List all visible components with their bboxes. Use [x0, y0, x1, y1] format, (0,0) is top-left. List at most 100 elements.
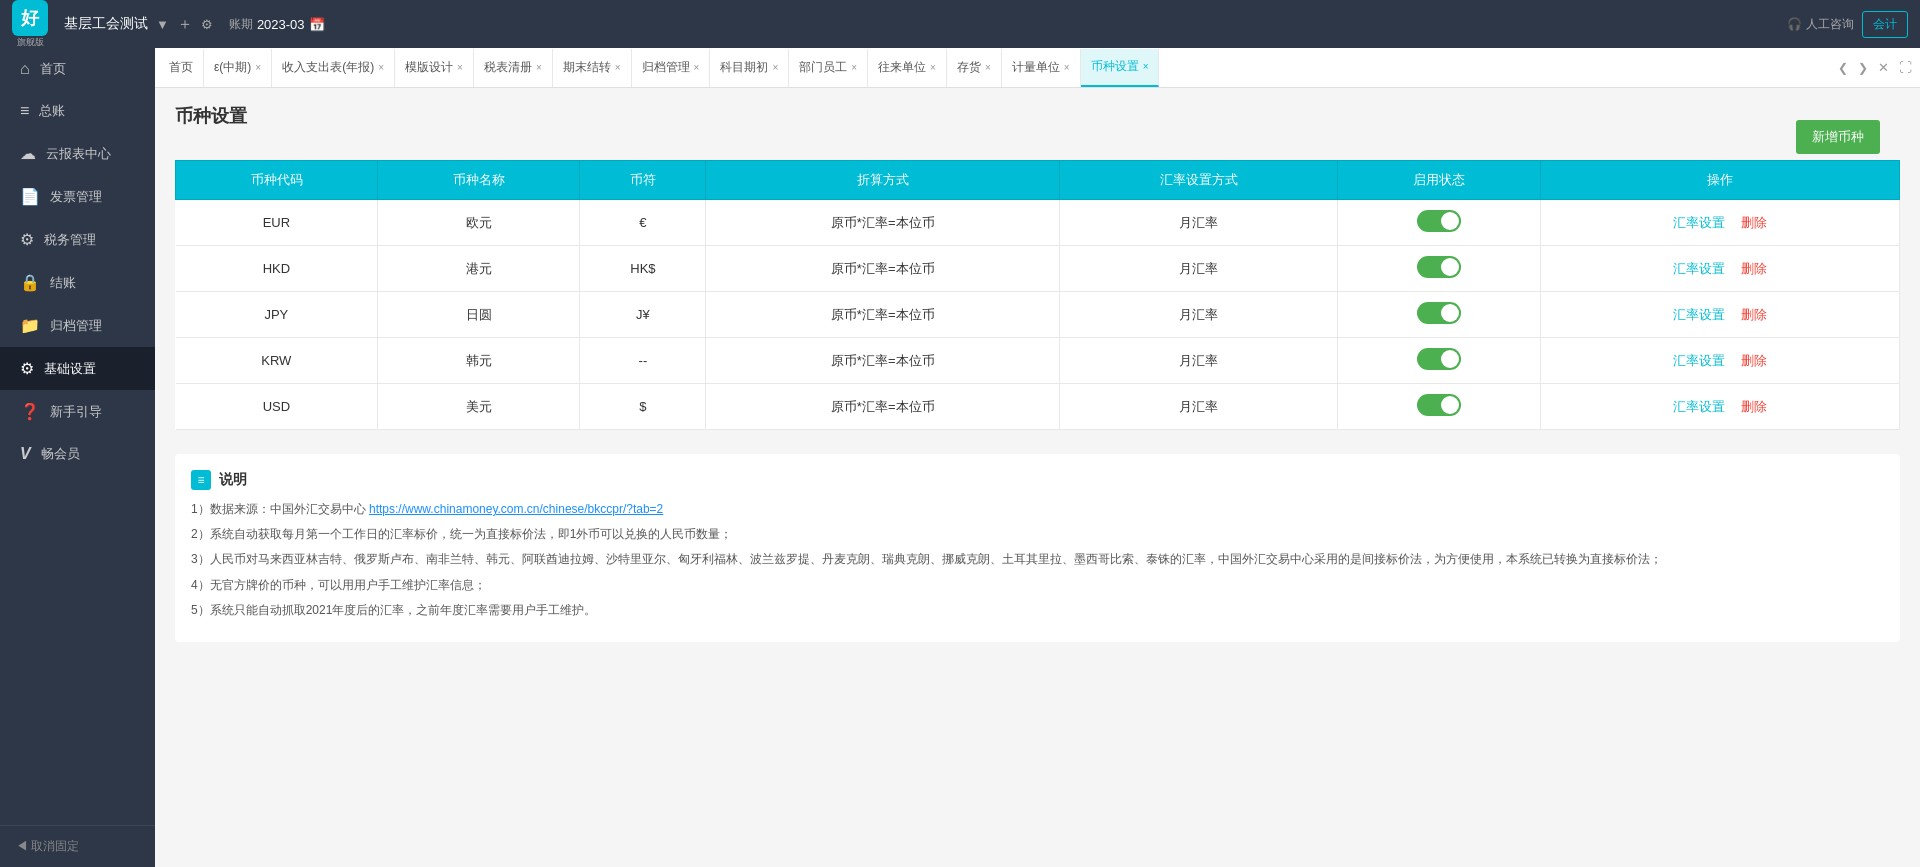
- tab-label-units: 计量单位: [1012, 59, 1060, 76]
- page-title: 币种设置: [175, 104, 247, 128]
- rate-setting-link[interactable]: 汇率设置: [1673, 215, 1725, 230]
- rate-setting-link[interactable]: 汇率设置: [1673, 399, 1725, 414]
- cell-name: 欧元: [378, 200, 580, 246]
- tab-label-archive: 归档管理: [642, 59, 690, 76]
- note-item: 2）系统自动获取每月第一个工作日的汇率标价，统一为直接标价法，即1外币可以兑换的…: [191, 525, 1884, 544]
- member-icon: V: [20, 445, 31, 463]
- enable-toggle[interactable]: [1417, 394, 1461, 416]
- note-icon: ≡: [191, 470, 211, 490]
- tab-close-subjects[interactable]: ×: [772, 62, 778, 73]
- tab-bar: 首页 ε(中期) × 收入支出表(年报) × 模版设计 × 税表清册 ×: [155, 48, 1920, 88]
- delete-link[interactable]: 删除: [1741, 353, 1767, 368]
- tab-label-home: 首页: [169, 59, 193, 76]
- delete-link[interactable]: 删除: [1741, 399, 1767, 414]
- cell-name: 美元: [378, 384, 580, 430]
- sidebar-label-reports: 云报表中心: [46, 145, 111, 163]
- tab-partners[interactable]: 往来单位 ×: [868, 49, 947, 87]
- tab-inventory[interactable]: 存货 ×: [947, 49, 1002, 87]
- sidebar-item-member[interactable]: V 畅会员: [0, 433, 155, 475]
- sidebar-item-close[interactable]: 🔒 结账: [0, 261, 155, 304]
- add-company-icon[interactable]: ＋: [177, 14, 193, 35]
- tab-tax[interactable]: 税表清册 ×: [474, 49, 553, 87]
- guide-icon: ❓: [20, 402, 40, 421]
- sidebar-item-reports[interactable]: ☁ 云报表中心: [0, 132, 155, 175]
- tab-next-icon[interactable]: ❯: [1854, 61, 1872, 75]
- tab-prev-icon[interactable]: ❮: [1834, 61, 1852, 75]
- note-items: 1）数据来源：中国外汇交易中心 https://www.chinamoney.c…: [191, 500, 1884, 620]
- sidebar-item-archive[interactable]: 📁 归档管理: [0, 304, 155, 347]
- tab-label-partners: 往来单位: [878, 59, 926, 76]
- rate-setting-link[interactable]: 汇率设置: [1673, 261, 1725, 276]
- tab-period[interactable]: ε(中期) ×: [204, 49, 272, 87]
- gear-icon[interactable]: ⚙: [201, 17, 213, 32]
- col-header-action: 操作: [1540, 161, 1899, 200]
- tab-close-partners[interactable]: ×: [930, 62, 936, 73]
- table-row: USD 美元 $ 原币*汇率=本位币 月汇率 汇率设置 删除: [176, 384, 1900, 430]
- sidebar-item-ledger[interactable]: ≡ 总账: [0, 90, 155, 132]
- tab-income[interactable]: 收入支出表(年报) ×: [272, 49, 395, 87]
- cell-status: [1338, 384, 1540, 430]
- cell-rate-type: 月汇率: [1059, 200, 1337, 246]
- tab-dept[interactable]: 部门员工 ×: [789, 49, 868, 87]
- tab-template[interactable]: 模版设计 ×: [395, 49, 474, 87]
- rate-setting-link[interactable]: 汇率设置: [1673, 353, 1725, 368]
- enable-toggle[interactable]: [1417, 348, 1461, 370]
- sidebar-label-ledger: 总账: [39, 102, 65, 120]
- note-item: 1）数据来源：中国外汇交易中心 https://www.chinamoney.c…: [191, 500, 1884, 519]
- cell-action: 汇率设置 删除: [1540, 338, 1899, 384]
- toggle-knob: [1441, 396, 1459, 414]
- tab-close-archive[interactable]: ×: [694, 62, 700, 73]
- tab-close-all-icon[interactable]: ✕: [1874, 60, 1893, 75]
- sidebar-item-invoice[interactable]: 📄 发票管理: [0, 175, 155, 218]
- tab-close-units[interactable]: ×: [1064, 62, 1070, 73]
- tab-home[interactable]: 首页: [159, 49, 204, 87]
- cell-rate-type: 月汇率: [1059, 246, 1337, 292]
- calendar-icon[interactable]: 📅: [309, 17, 325, 32]
- tab-close-income[interactable]: ×: [378, 62, 384, 73]
- tab-units[interactable]: 计量单位 ×: [1002, 49, 1081, 87]
- tab-archive[interactable]: 归档管理 ×: [632, 49, 711, 87]
- table-row: JPY 日圆 J¥ 原币*汇率=本位币 月汇率 汇率设置 删除: [176, 292, 1900, 338]
- delete-link[interactable]: 删除: [1741, 215, 1767, 230]
- cell-action: 汇率设置 删除: [1540, 200, 1899, 246]
- new-currency-button[interactable]: 新增币种: [1796, 120, 1880, 154]
- delete-link[interactable]: 删除: [1741, 261, 1767, 276]
- cloud-icon: ☁: [20, 144, 36, 163]
- note-link[interactable]: https://www.chinamoney.com.cn/chinese/bk…: [369, 502, 663, 516]
- toggle-knob: [1441, 350, 1459, 368]
- tab-period-end[interactable]: 期末结转 ×: [553, 49, 632, 87]
- cell-action: 汇率设置 删除: [1540, 384, 1899, 430]
- sidebar-pin-toggle[interactable]: ◀ 取消固定: [0, 825, 155, 867]
- tab-close-template[interactable]: ×: [457, 62, 463, 73]
- tab-close-period[interactable]: ×: [255, 62, 261, 73]
- sidebar-item-tax[interactable]: ⚙ 税务管理: [0, 218, 155, 261]
- delete-link[interactable]: 删除: [1741, 307, 1767, 322]
- cell-symbol: €: [580, 200, 706, 246]
- tab-currency[interactable]: 币种设置 ×: [1081, 49, 1160, 87]
- tab-close-inventory[interactable]: ×: [985, 62, 991, 73]
- logo-subtext: 旗舰版: [17, 36, 44, 49]
- enable-toggle[interactable]: [1417, 302, 1461, 324]
- tab-close-tax[interactable]: ×: [536, 62, 542, 73]
- company-dropdown-icon[interactable]: ▼: [156, 17, 169, 32]
- sidebar-item-guide[interactable]: ❓ 新手引导: [0, 390, 155, 433]
- sidebar-item-home[interactable]: ⌂ 首页: [0, 48, 155, 90]
- enable-toggle[interactable]: [1417, 256, 1461, 278]
- support-button[interactable]: 🎧 人工咨询: [1787, 16, 1854, 33]
- enable-toggle[interactable]: [1417, 210, 1461, 232]
- cell-status: [1338, 200, 1540, 246]
- rate-setting-link[interactable]: 汇率设置: [1673, 307, 1725, 322]
- sidebar-item-settings[interactable]: ⚙ 基础设置: [0, 347, 155, 390]
- cell-status: [1338, 246, 1540, 292]
- support-label: 人工咨询: [1806, 16, 1854, 33]
- tab-close-currency[interactable]: ×: [1143, 61, 1149, 72]
- tab-close-dept[interactable]: ×: [851, 62, 857, 73]
- tab-close-period-end[interactable]: ×: [615, 62, 621, 73]
- col-header-code: 币种代码: [176, 161, 378, 200]
- tab-subjects[interactable]: 科目期初 ×: [710, 49, 789, 87]
- toggle-knob: [1441, 258, 1459, 276]
- account-button[interactable]: 会计: [1862, 11, 1908, 38]
- main-area: ⌂ 首页 ≡ 总账 ☁ 云报表中心 📄 发票管理 ⚙ 税务管理 🔒 结账: [0, 48, 1920, 867]
- cell-rate-type: 月汇率: [1059, 384, 1337, 430]
- tab-expand-icon[interactable]: ⛶: [1895, 60, 1916, 75]
